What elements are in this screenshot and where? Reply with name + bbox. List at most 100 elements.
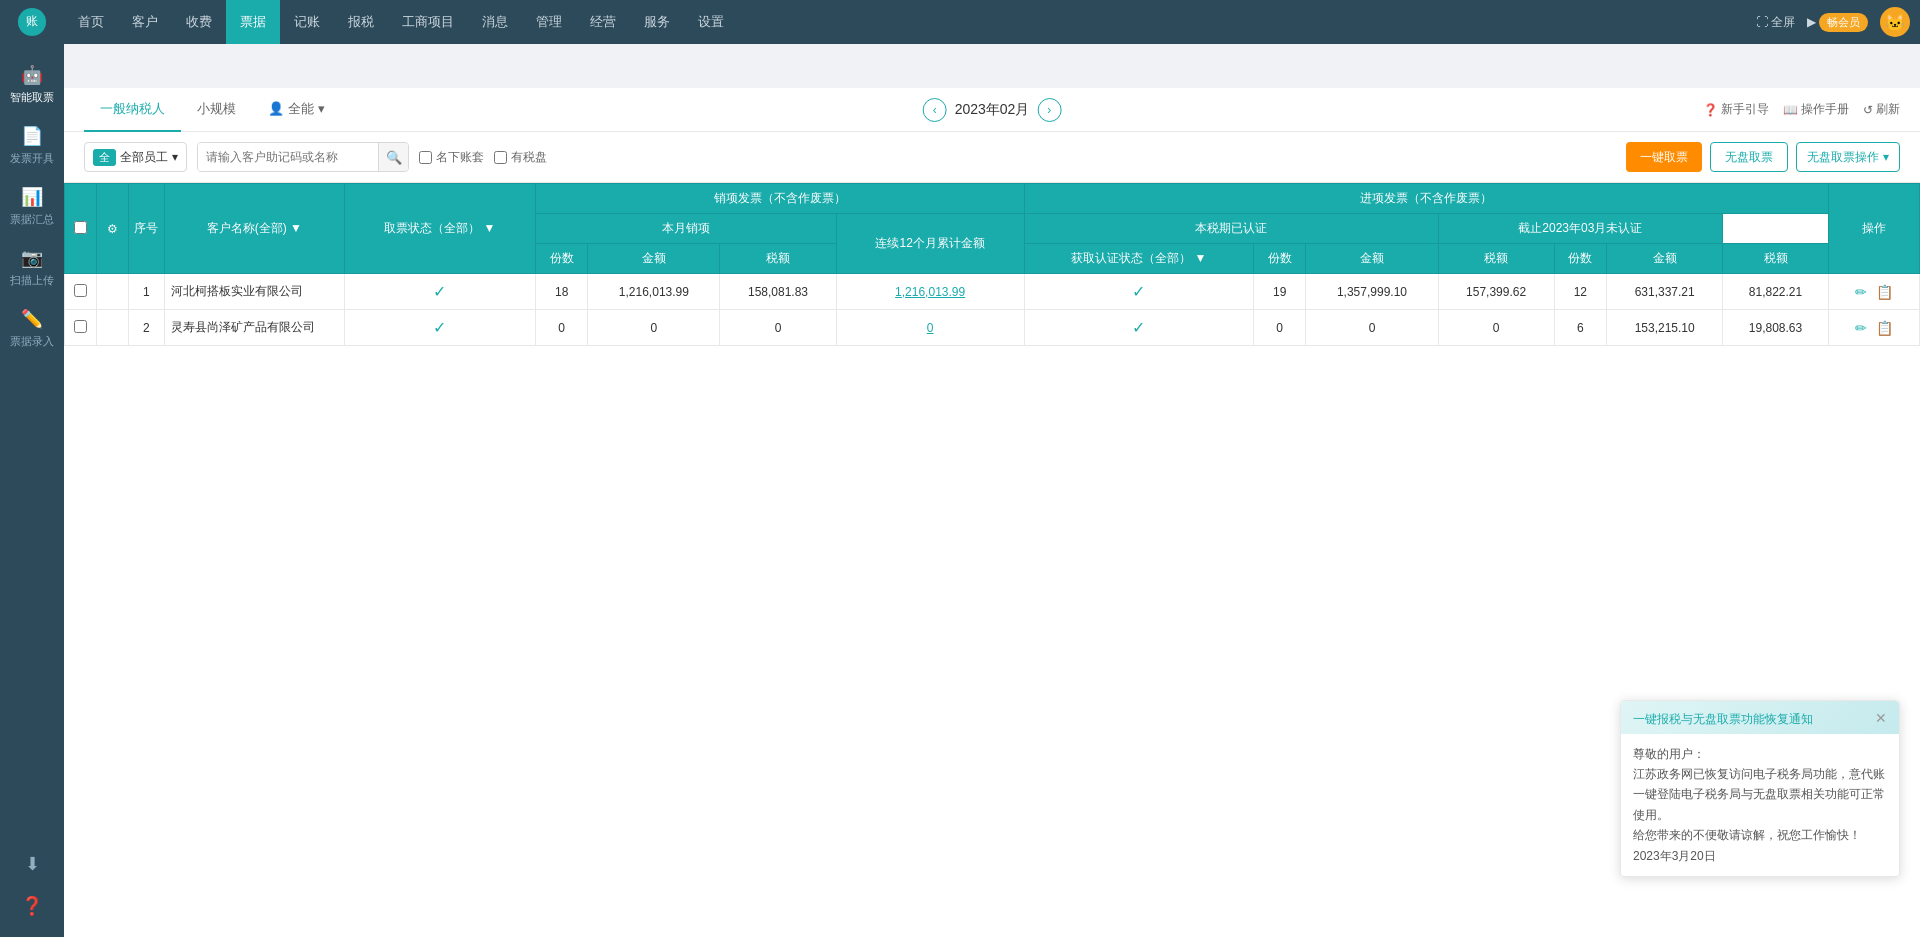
- row-checkbox-cell: [65, 274, 97, 310]
- more-actions-button[interactable]: 无盘取票操作 ▾: [1796, 142, 1900, 172]
- vip-icon: ▶: [1807, 15, 1816, 29]
- row-checkbox[interactable]: [74, 320, 87, 333]
- cert-status-filter-icon[interactable]: ▼: [1195, 251, 1207, 265]
- nav-customer[interactable]: 客户: [118, 0, 172, 44]
- refresh-icon: ↺: [1863, 103, 1873, 117]
- search-input[interactable]: [198, 143, 378, 171]
- row-no: 2: [128, 310, 164, 346]
- row-fetch-status: ✓: [344, 310, 535, 346]
- nav-message[interactable]: 消息: [468, 0, 522, 44]
- top-navigation: 账 首页 客户 收费 票据 记账 报税 工商项目 消息 管理 经营 服务 设置 …: [0, 0, 1920, 44]
- th-un-copies: 份数: [1554, 244, 1606, 274]
- account-filter-label[interactable]: 名下账套: [419, 149, 484, 166]
- refresh-label: 刷新: [1876, 101, 1900, 118]
- tax-disk-filter-checkbox[interactable]: [494, 151, 507, 164]
- sidebar-item-fetch[interactable]: 🤖 智能取票: [0, 54, 64, 115]
- cert-status-icon: ✓: [1132, 319, 1145, 336]
- nav-fee[interactable]: 收费: [172, 0, 226, 44]
- table-row: 2 灵寿县尚泽矿产品有限公司 ✓ 0 0 0 0 ✓ 0 0 0 6 153,2…: [65, 310, 1920, 346]
- row-un-amount: 153,215.10: [1607, 310, 1723, 346]
- view-icon[interactable]: 📋: [1876, 284, 1893, 300]
- nav-invoice[interactable]: 票据: [226, 0, 280, 44]
- view-icon[interactable]: 📋: [1876, 320, 1893, 336]
- fullscreen-btn[interactable]: ⛶ 全屏: [1756, 14, 1795, 31]
- th-settings: ⚙: [97, 184, 129, 274]
- row-checkbox[interactable]: [74, 284, 87, 297]
- new-guide-link[interactable]: ❓ 新手引导: [1703, 101, 1769, 118]
- sidebar-item-issue[interactable]: 📄 发票开具: [0, 115, 64, 176]
- filter-tag: 全: [93, 149, 116, 166]
- edit-icon[interactable]: ✏: [1855, 284, 1867, 300]
- filter-icon[interactable]: ▼: [290, 221, 302, 235]
- cumulative-link[interactable]: 1,216,013.99: [895, 285, 965, 299]
- employee-filter-label: 全部员工: [120, 149, 168, 166]
- row-fetch-status: ✓: [344, 274, 535, 310]
- left-sidebar: 🤖 智能取票 📄 发票开具 📊 票据汇总 📷 扫描上传 ✏️ 票据录入 ⬇ ❓: [0, 44, 64, 937]
- row-p-amount: 1,357,999.10: [1306, 274, 1438, 310]
- sidebar-item-entry[interactable]: ✏️ 票据录入: [0, 298, 64, 359]
- row-cert-status: ✓: [1024, 274, 1253, 310]
- sidebar-item-summary[interactable]: 📊 票据汇总: [0, 176, 64, 237]
- popup-title: 一键报税与无盘取票功能恢复通知: [1633, 711, 1813, 728]
- more-actions-label: 无盘取票操作: [1807, 149, 1879, 166]
- tab-small-scale[interactable]: 小规模: [181, 88, 252, 132]
- sidebar-label-summary: 票据汇总: [10, 212, 54, 227]
- sidebar-item-download[interactable]: ⬇: [0, 843, 64, 885]
- nav-business[interactable]: 工商项目: [388, 0, 468, 44]
- account-filter-checkbox[interactable]: [419, 151, 432, 164]
- no-disk-fetch-button[interactable]: 无盘取票: [1710, 142, 1788, 172]
- popup-close-button[interactable]: ✕: [1875, 711, 1887, 725]
- fetch-status-filter-icon[interactable]: ▼: [484, 221, 496, 235]
- row-s-amount: 1,216,013.99: [588, 274, 720, 310]
- download-icon: ⬇: [25, 853, 40, 875]
- next-month-btn[interactable]: ›: [1037, 98, 1061, 122]
- search-button[interactable]: 🔍: [378, 142, 408, 172]
- tab-bar: 一般纳税人 小规模 👤 全能 ▾ ‹ 2023年02月 › ❓ 新手引导 📖 操…: [64, 88, 1920, 132]
- summary-icon: 📊: [21, 186, 43, 208]
- sidebar-label-issue: 发票开具: [10, 151, 54, 166]
- more-actions-icon: ▾: [1883, 150, 1889, 164]
- th-action: 操作: [1828, 184, 1919, 274]
- select-all-checkbox[interactable]: [74, 221, 87, 234]
- manual-label: 操作手册: [1801, 101, 1849, 118]
- employee-filter[interactable]: 全 全部员工 ▾: [84, 142, 187, 172]
- popup-date: 2023年3月20日: [1633, 846, 1887, 866]
- row-no: 1: [128, 274, 164, 310]
- row-un-amount: 631,337.21: [1607, 274, 1723, 310]
- nav-operation[interactable]: 经营: [576, 0, 630, 44]
- row-s-copies: 0: [535, 310, 587, 346]
- nav-settings[interactable]: 设置: [684, 0, 738, 44]
- edit-icon[interactable]: ✏: [1855, 320, 1867, 336]
- row-settings-cell: [97, 274, 129, 310]
- row-settings-cell: [97, 310, 129, 346]
- current-date-label: 2023年02月: [955, 101, 1030, 119]
- tab-full-label: 全能: [288, 100, 314, 118]
- popup-header: 一键报税与无盘取票功能恢复通知 ✕: [1621, 701, 1899, 734]
- nav-tax[interactable]: 报税: [334, 0, 388, 44]
- nav-manage[interactable]: 管理: [522, 0, 576, 44]
- th-uncertified-deadline: 截止2023年03月未认证: [1438, 214, 1723, 244]
- nav-bookkeeping[interactable]: 记账: [280, 0, 334, 44]
- sidebar-item-scan[interactable]: 📷 扫描上传: [0, 237, 64, 298]
- th-p-amount: 金额: [1306, 244, 1438, 274]
- sidebar-item-help[interactable]: ❓: [0, 885, 64, 927]
- prev-month-btn[interactable]: ‹: [923, 98, 947, 122]
- tab-full-capability[interactable]: 👤 全能 ▾: [252, 88, 341, 132]
- tax-disk-filter-label[interactable]: 有税盘: [494, 149, 547, 166]
- nav-home[interactable]: 首页: [64, 0, 118, 44]
- fetch-status-icon: ✓: [433, 283, 446, 300]
- invoice-table: ⚙ 序号 客户名称(全部) ▼ 取票状态（全部） ▼ 销项发票（不含作废票） 进…: [64, 183, 1920, 346]
- date-navigation: ‹ 2023年02月 ›: [923, 98, 1062, 122]
- one-click-fetch-button[interactable]: 一键取票: [1626, 142, 1702, 172]
- vip-btn[interactable]: ▶ 畅会员: [1807, 13, 1868, 32]
- entry-icon: ✏️: [21, 308, 43, 330]
- tab-general-taxpayer[interactable]: 一般纳税人: [84, 88, 181, 132]
- nav-service[interactable]: 服务: [630, 0, 684, 44]
- refresh-link[interactable]: ↺ 刷新: [1863, 101, 1900, 118]
- manual-link[interactable]: 📖 操作手册: [1783, 101, 1849, 118]
- row-p-amount: 0: [1306, 310, 1438, 346]
- cumulative-link[interactable]: 0: [927, 321, 934, 335]
- user-avatar[interactable]: 🐱: [1880, 7, 1910, 37]
- fullscreen-label: 全屏: [1771, 14, 1795, 31]
- th-customer: 客户名称(全部) ▼: [164, 184, 344, 274]
